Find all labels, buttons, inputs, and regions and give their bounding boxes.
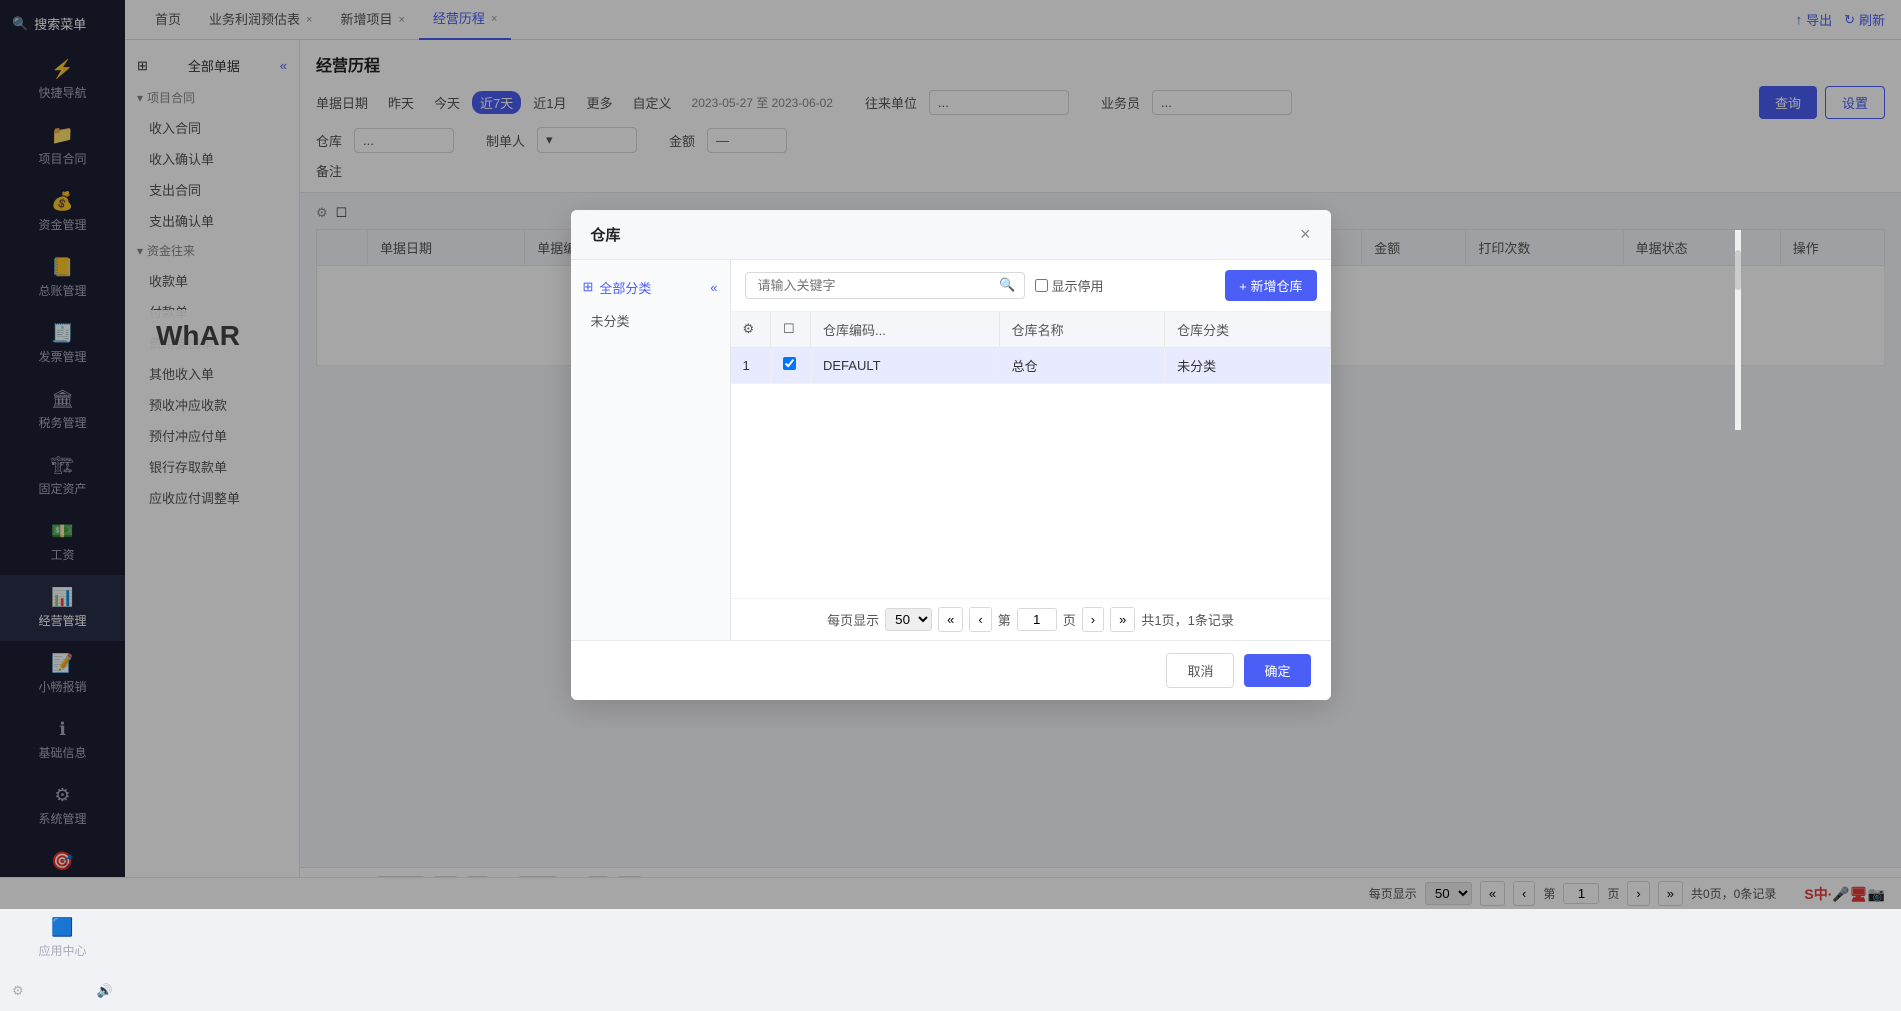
settings-icon[interactable]: ⚙ [12, 983, 24, 999]
collapse-left-icon[interactable]: « [710, 280, 717, 295]
modal-page-input[interactable] [1017, 608, 1057, 631]
confirm-button[interactable]: 确定 [1244, 654, 1310, 687]
modal-col-checkbox: ☐ [771, 312, 811, 348]
modal-pagination: 每页显示 50 « ‹ 第 页 › » 共1页，1条记录 [731, 598, 1331, 640]
modal-overlay: 仓库 × ⊞ 全部分类 « 未分类 [0, 0, 1901, 909]
modal-row-checkbox[interactable] [771, 347, 811, 383]
modal-left-panel: ⊞ 全部分类 « 未分类 [571, 260, 731, 640]
modal-col-category: 仓库分类 [1165, 312, 1330, 348]
modal-row-category: 未分类 [1165, 347, 1330, 383]
grid-icon-modal: ⊞ [583, 279, 594, 295]
show-disabled-checkbox[interactable]: 显示停用 [1035, 276, 1104, 295]
add-warehouse-button[interactable]: + 新增仓库 [1225, 270, 1316, 301]
modal-col-code: 仓库编码... [811, 312, 1000, 348]
modal-col-name: 仓库名称 [999, 312, 1164, 348]
warehouse-modal: 仓库 × ⊞ 全部分类 « 未分类 [571, 210, 1331, 700]
modal-row-name: 总仓 [999, 347, 1164, 383]
modal-warehouse-table: ⚙ ☐ 仓库编码... 仓库名称 仓库分类 1 DEFAULT [731, 312, 1331, 384]
sidebar-item-label: 应用中心 [38, 942, 86, 959]
modal-page-label: 页 [1063, 610, 1076, 629]
cancel-button[interactable]: 取消 [1166, 653, 1234, 688]
modal-title: 仓库 [591, 224, 621, 245]
modal-col-settings: ⚙ [731, 312, 771, 348]
modal-next-page[interactable]: › [1082, 607, 1104, 632]
modal-toolbar: 🔍 显示停用 + 新增仓库 [731, 260, 1331, 312]
modal-per-page-label: 每页显示 [827, 610, 879, 629]
modal-uncategorized[interactable]: 未分类 [571, 303, 730, 338]
modal-footer: 取消 确定 [571, 640, 1331, 700]
modal-table-row[interactable]: 1 DEFAULT 总仓 未分类 [731, 347, 1331, 383]
modal-close-button[interactable]: × [1300, 224, 1311, 245]
modal-search-box[interactable]: 🔍 [745, 272, 1025, 299]
modal-body: ⊞ 全部分类 « 未分类 🔍 [571, 260, 1331, 640]
modal-first-page[interactable]: « [938, 607, 963, 632]
search-icon-modal[interactable]: 🔍 [999, 277, 1015, 293]
disabled-checkbox-input[interactable] [1035, 279, 1048, 292]
modal-per-page-select[interactable]: 50 [885, 608, 932, 631]
modal-table-wrapper: ⚙ ☐ 仓库编码... 仓库名称 仓库分类 1 DEFAULT [731, 312, 1331, 598]
modal-prev-page[interactable]: ‹ [969, 607, 991, 632]
volume-icon[interactable]: 🔊 [97, 983, 113, 999]
modal-all-category[interactable]: ⊞ 全部分类 « [571, 272, 730, 303]
modal-right-panel: 🔍 显示停用 + 新增仓库 ⚙ ☐ [731, 260, 1331, 640]
modal-page-prefix: 第 [998, 610, 1011, 629]
modal-row-code: DEFAULT [811, 347, 1000, 383]
modal-total-info: 共1页，1条记录 [1141, 610, 1233, 629]
modal-row-num: 1 [731, 347, 771, 383]
sidebar-item-app-center[interactable]: 🟦 应用中心 [0, 905, 125, 971]
modal-header: 仓库 × [571, 210, 1331, 260]
modal-last-page[interactable]: » [1110, 607, 1135, 632]
sidebar-bottom: ⚙ 🔊 [0, 971, 125, 1011]
modal-search-input[interactable] [754, 273, 1000, 298]
app-icon: 🟦 [51, 917, 73, 938]
